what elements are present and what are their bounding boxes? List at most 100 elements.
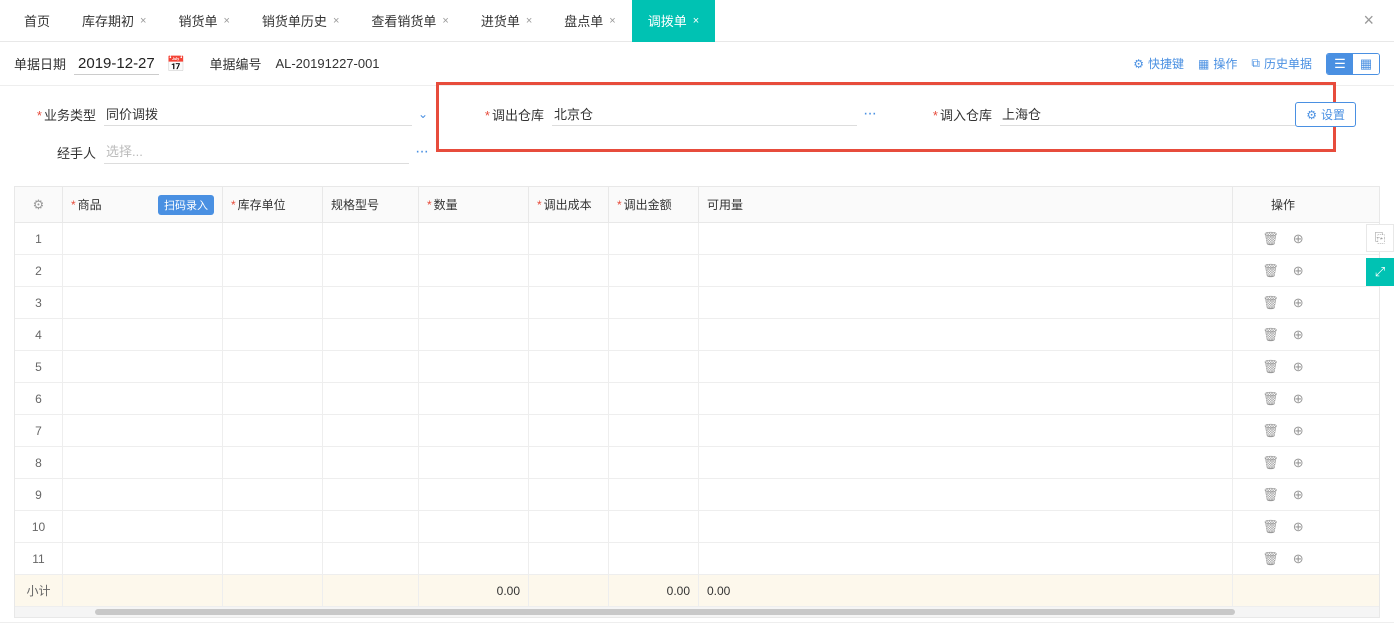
cell-avail[interactable] (699, 479, 1233, 510)
cell-qty[interactable] (419, 447, 529, 478)
table-row[interactable]: 9🗑⊕ (15, 479, 1379, 511)
cell-qty[interactable] (419, 223, 529, 254)
cell-qty[interactable] (419, 287, 529, 318)
tab-transfer[interactable]: 调拨单× (632, 0, 715, 42)
operate-link[interactable]: ▦操作 (1198, 55, 1237, 72)
cell-unit[interactable] (223, 511, 323, 542)
table-row[interactable]: 3🗑⊕ (15, 287, 1379, 319)
cell-spec[interactable] (323, 415, 419, 446)
cell-avail[interactable] (699, 543, 1233, 574)
cell-amount[interactable] (609, 447, 699, 478)
cell-avail[interactable] (699, 447, 1233, 478)
delete-icon[interactable]: 🗑 (1262, 263, 1279, 279)
cell-unit[interactable] (223, 319, 323, 350)
cell-cost[interactable] (529, 351, 609, 382)
cell-amount[interactable] (609, 415, 699, 446)
table-row[interactable]: 1🗑⊕ (15, 223, 1379, 255)
cell-spec[interactable] (323, 383, 419, 414)
gear-icon[interactable]: ⚙ (33, 197, 45, 213)
cell-product[interactable] (63, 447, 223, 478)
table-row[interactable]: 8🗑⊕ (15, 447, 1379, 479)
add-icon[interactable]: ⊕ (1293, 263, 1304, 279)
cell-product[interactable] (63, 223, 223, 254)
cell-qty[interactable] (419, 479, 529, 510)
view-list-button[interactable]: ☰ (1327, 54, 1353, 74)
delete-icon[interactable]: 🗑 (1262, 487, 1279, 503)
cell-cost[interactable] (529, 287, 609, 318)
cell-spec[interactable] (323, 479, 419, 510)
cell-product[interactable] (63, 351, 223, 382)
add-icon[interactable]: ⊕ (1293, 487, 1304, 503)
cell-spec[interactable] (323, 511, 419, 542)
cell-cost[interactable] (529, 447, 609, 478)
tab-home[interactable]: 首页 (8, 0, 66, 42)
cell-unit[interactable] (223, 351, 323, 382)
cell-product[interactable] (63, 415, 223, 446)
settings-button[interactable]: ⚙设置 (1295, 102, 1356, 127)
cell-avail[interactable] (699, 351, 1233, 382)
delete-icon[interactable]: 🗑 (1262, 295, 1279, 311)
delete-icon[interactable]: 🗑 (1262, 359, 1279, 375)
in-warehouse-input[interactable] (1000, 102, 1305, 126)
add-icon[interactable]: ⊕ (1293, 455, 1304, 471)
table-row[interactable]: 4🗑⊕ (15, 319, 1379, 351)
close-icon[interactable]: × (140, 15, 146, 27)
cell-qty[interactable] (419, 319, 529, 350)
cell-spec[interactable] (323, 287, 419, 318)
cell-avail[interactable] (699, 223, 1233, 254)
close-icon[interactable]: × (442, 15, 448, 27)
cell-product[interactable] (63, 543, 223, 574)
cell-amount[interactable] (609, 319, 699, 350)
delete-icon[interactable]: 🗑 (1262, 327, 1279, 343)
cell-unit[interactable] (223, 479, 323, 510)
scrollbar-thumb[interactable] (95, 609, 1235, 615)
cell-product[interactable] (63, 319, 223, 350)
cell-spec[interactable] (323, 319, 419, 350)
cell-qty[interactable] (419, 511, 529, 542)
add-icon[interactable]: ⊕ (1293, 391, 1304, 407)
add-icon[interactable]: ⊕ (1293, 359, 1304, 375)
cell-spec[interactable] (323, 447, 419, 478)
delete-icon[interactable]: 🗑 (1262, 519, 1279, 535)
cell-cost[interactable] (529, 255, 609, 286)
cell-product[interactable] (63, 383, 223, 414)
cell-amount[interactable] (609, 287, 699, 318)
cell-amount[interactable] (609, 255, 699, 286)
cell-avail[interactable] (699, 415, 1233, 446)
handler-input[interactable] (104, 140, 409, 164)
cell-product[interactable] (63, 287, 223, 318)
shortcut-link[interactable]: ⚙快捷键 (1133, 55, 1184, 72)
table-row[interactable]: 6🗑⊕ (15, 383, 1379, 415)
delete-icon[interactable]: 🗑 (1262, 551, 1279, 567)
cell-cost[interactable] (529, 319, 609, 350)
scan-badge[interactable]: 扫码录入 (158, 195, 214, 215)
cell-qty[interactable] (419, 351, 529, 382)
add-icon[interactable]: ⊕ (1293, 519, 1304, 535)
cell-qty[interactable] (419, 415, 529, 446)
cell-cost[interactable] (529, 223, 609, 254)
date-value[interactable]: 2019-12-27 (74, 53, 159, 75)
tab-stocktake[interactable]: 盘点单× (548, 0, 631, 42)
table-row[interactable]: 5🗑⊕ (15, 351, 1379, 383)
table-row[interactable]: 11🗑⊕ (15, 543, 1379, 575)
cell-avail[interactable] (699, 255, 1233, 286)
cell-amount[interactable] (609, 511, 699, 542)
close-icon[interactable]: × (609, 15, 615, 27)
cell-unit[interactable] (223, 255, 323, 286)
more-icon[interactable]: ··· (409, 143, 434, 161)
add-icon[interactable]: ⊕ (1293, 295, 1304, 311)
table-row[interactable]: 2🗑⊕ (15, 255, 1379, 287)
table-row[interactable]: 10🗑⊕ (15, 511, 1379, 543)
cell-cost[interactable] (529, 383, 609, 414)
biz-type-input[interactable] (104, 102, 412, 126)
delete-icon[interactable]: 🗑 (1262, 423, 1279, 439)
cell-avail[interactable] (699, 287, 1233, 318)
horizontal-scrollbar[interactable] (15, 607, 1379, 617)
close-icon[interactable]: × (223, 15, 229, 27)
calendar-icon[interactable]: 📅 (167, 55, 186, 73)
cell-spec[interactable] (323, 223, 419, 254)
cell-cost[interactable] (529, 543, 609, 574)
cell-cost[interactable] (529, 415, 609, 446)
delete-icon[interactable]: 🗑 (1262, 455, 1279, 471)
tab-purchase[interactable]: 进货单× (465, 0, 548, 42)
